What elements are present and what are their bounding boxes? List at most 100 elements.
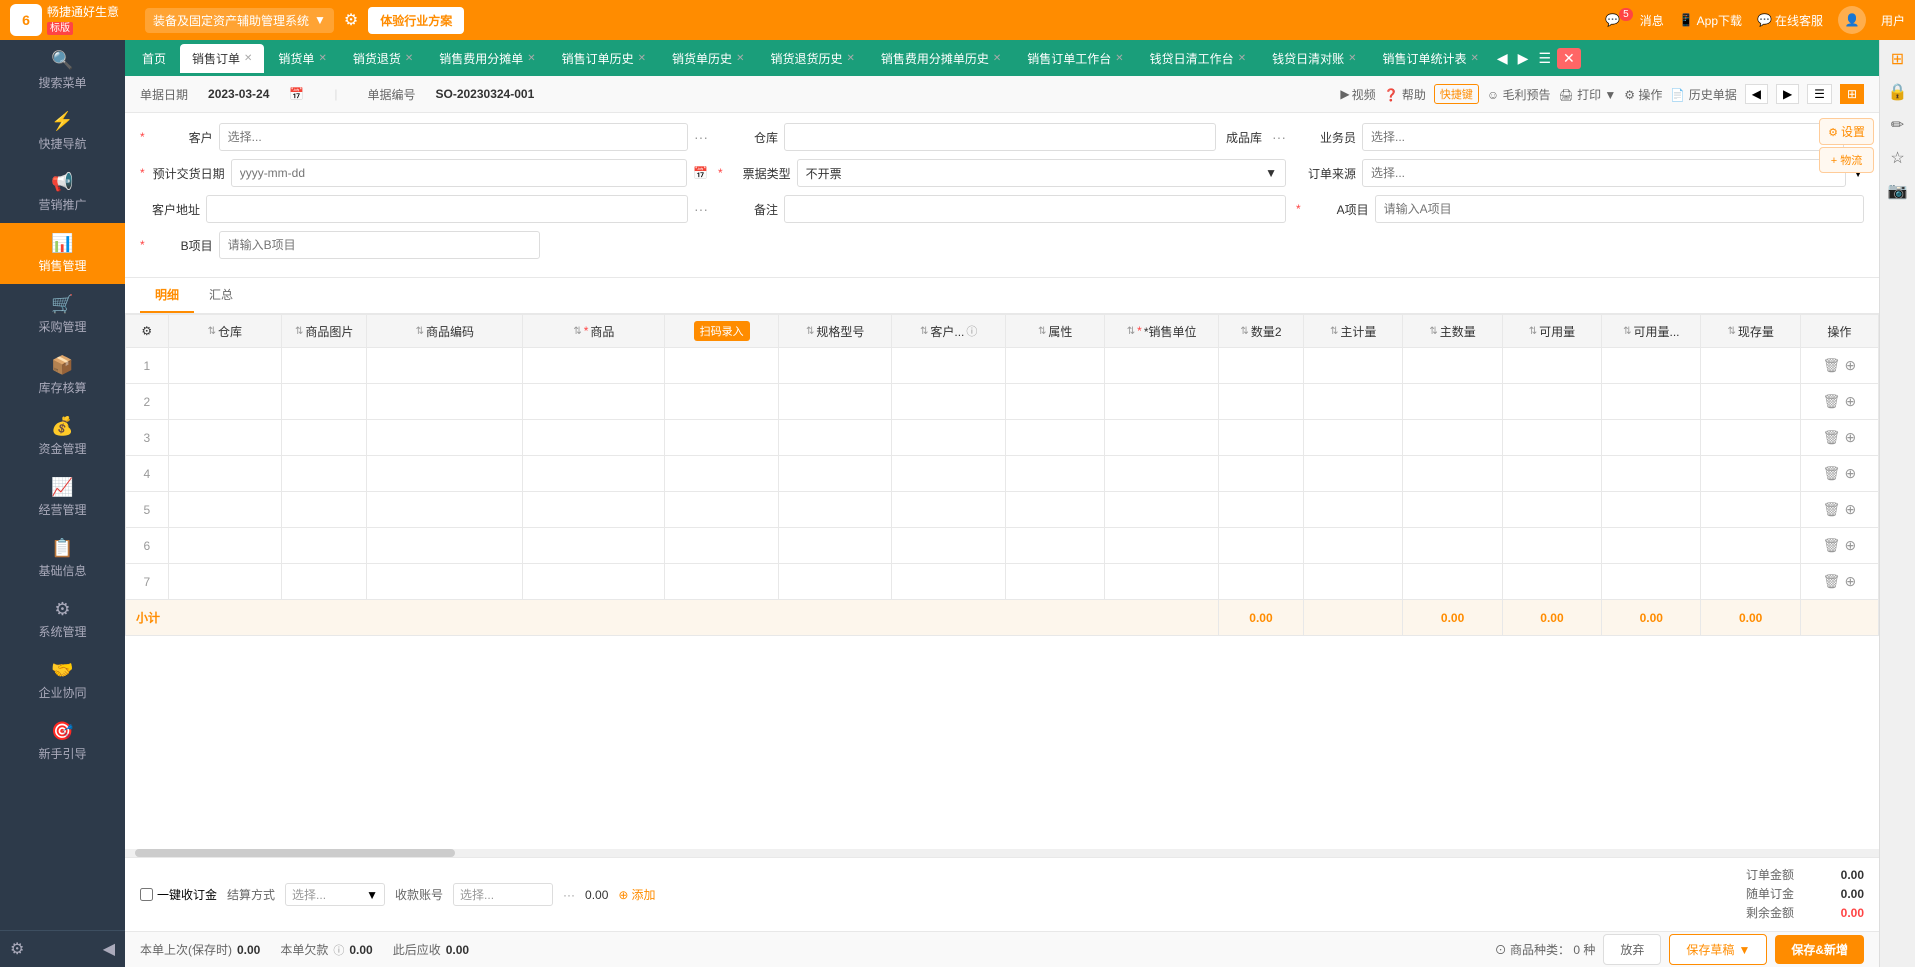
info-icon[interactable]: ⓘ (966, 323, 977, 339)
row-product[interactable] (523, 528, 665, 564)
tab-next-button[interactable]: ▶ (1514, 50, 1533, 67)
remark-input[interactable] (784, 195, 1286, 223)
sidebar-item-quicknav[interactable]: ⚡ 快捷导航 (0, 101, 125, 162)
row-mainunit[interactable] (1304, 564, 1403, 600)
row-delete-icon[interactable]: 🗑 (1823, 537, 1841, 554)
delivery-date-input[interactable] (231, 159, 687, 187)
sidebar-item-base[interactable]: 📋 基础信息 (0, 528, 125, 589)
history-icon[interactable]: 📄 历史单据 (1670, 86, 1736, 103)
row-mainqty[interactable] (1403, 384, 1502, 420)
row-unit[interactable] (1105, 456, 1219, 492)
nav-prev-record[interactable]: ◀ (1745, 84, 1768, 104)
row-customer[interactable] (892, 384, 1006, 420)
row-mainunit[interactable] (1304, 492, 1403, 528)
row-attr[interactable] (1005, 420, 1104, 456)
tab-close-fee-hist[interactable]: ✕ (993, 53, 1001, 64)
sidebar-collapse-icon[interactable]: ◀ (103, 939, 115, 959)
sidebar-item-finance[interactable]: 💰 资金管理 (0, 406, 125, 467)
row-mainqty[interactable] (1403, 528, 1502, 564)
row-warehouse[interactable] (168, 528, 282, 564)
sidebar-item-search[interactable]: 🔍 搜索菜单 (0, 40, 125, 101)
calendar-icon[interactable]: 📅 (289, 87, 304, 101)
row-code[interactable] (367, 348, 523, 384)
quick-deposit-check-input[interactable] (140, 888, 153, 901)
row-unit[interactable] (1105, 528, 1219, 564)
row-qty2[interactable] (1218, 456, 1303, 492)
row-customer[interactable] (892, 492, 1006, 528)
tab-sales-return[interactable]: 销货退货 ✕ (341, 44, 425, 73)
tab-close-sales-order[interactable]: ✕ (244, 53, 252, 64)
row-qty2[interactable] (1218, 348, 1303, 384)
row-copy-icon[interactable]: ⊕ (1844, 501, 1856, 518)
tab-sales-fee[interactable]: 销售费用分摊单 ✕ (427, 44, 547, 73)
row-unit[interactable] (1105, 348, 1219, 384)
row-code[interactable] (367, 384, 523, 420)
row-spec[interactable] (778, 456, 892, 492)
row-code[interactable] (367, 420, 523, 456)
row-mainunit[interactable] (1304, 384, 1403, 420)
row-code[interactable] (367, 492, 523, 528)
row-spec[interactable] (778, 420, 892, 456)
b-project-input[interactable] (219, 231, 540, 259)
row-qty2[interactable] (1218, 564, 1303, 600)
row-code[interactable] (367, 456, 523, 492)
row-mainqty[interactable] (1403, 564, 1502, 600)
row-product[interactable] (523, 492, 665, 528)
row-mainqty[interactable] (1403, 420, 1502, 456)
row-copy-icon[interactable]: ⊕ (1844, 393, 1856, 410)
tab-fee-history[interactable]: 销售费用分摊单历史 ✕ (869, 44, 1013, 73)
tab-close-ship-hist[interactable]: ✕ (736, 53, 744, 64)
tab-sales-order-history[interactable]: 销售订单历史 ✕ (550, 44, 658, 73)
view-icon[interactable]: ▶ 视频 (1340, 86, 1375, 103)
settings-gear-icon[interactable]: ⚙ (141, 324, 152, 338)
row-customer[interactable] (892, 348, 1006, 384)
row-customer[interactable] (892, 456, 1006, 492)
customer-more-icon[interactable]: ··· (694, 129, 708, 145)
row-warehouse[interactable] (168, 492, 282, 528)
row-unit[interactable] (1105, 384, 1219, 420)
row-delete-icon[interactable]: 🗑 (1823, 393, 1841, 410)
row-attr[interactable] (1005, 564, 1104, 600)
tab-sales-stats[interactable]: 销售订单统计表 ✕ (1370, 44, 1490, 73)
row-spec[interactable] (778, 528, 892, 564)
row-copy-icon[interactable]: ⊕ (1844, 573, 1856, 590)
row-warehouse[interactable] (168, 420, 282, 456)
tab-close-all-button[interactable]: ✕ (1557, 48, 1581, 69)
row-delete-icon[interactable]: 🗑 (1823, 357, 1841, 374)
tab-home[interactable]: 首页 (130, 44, 178, 73)
row-spec[interactable] (778, 348, 892, 384)
right-panel-star-icon[interactable]: ☆ (1884, 144, 1912, 172)
sidebar-item-marketing[interactable]: 📢 营销推广 (0, 162, 125, 223)
row-delete-icon[interactable]: 🗑 (1823, 501, 1841, 518)
row-copy-icon[interactable]: ⊕ (1844, 357, 1856, 374)
sidebar-item-system[interactable]: ⚙ 系统管理 (0, 589, 125, 650)
save-draft-button[interactable]: 保存草稿 ▼ (1669, 934, 1767, 965)
row-delete-icon[interactable]: 🗑 (1823, 465, 1841, 482)
sidebar-item-guide[interactable]: 🎯 新手引导 (0, 711, 125, 772)
invoice-type-select[interactable]: 不开票 ▼ (797, 159, 1286, 187)
tab-sales-ship[interactable]: 销货单 ✕ (266, 44, 338, 73)
row-mainunit[interactable] (1304, 456, 1403, 492)
app-download-button[interactable]: 📱 App下载 (1679, 12, 1742, 29)
discard-button[interactable]: 放弃 (1603, 934, 1661, 965)
row-code[interactable] (367, 528, 523, 564)
tab-return-history[interactable]: 销货退货历史 ✕ (758, 44, 866, 73)
row-unit[interactable] (1105, 492, 1219, 528)
row-mainunit[interactable] (1304, 528, 1403, 564)
profit-icon[interactable]: ☺ 毛利预告 (1487, 86, 1551, 103)
right-panel-grid-icon[interactable]: ⊞ (1884, 45, 1912, 73)
help-icon[interactable]: ❓ 帮助 (1384, 86, 1426, 103)
row-copy-icon[interactable]: ⊕ (1844, 537, 1856, 554)
right-panel-camera-icon[interactable]: 📷 (1884, 177, 1912, 205)
row-copy-icon[interactable]: ⊕ (1844, 465, 1856, 482)
tab-ship-history[interactable]: 销货单历史 ✕ (660, 44, 756, 73)
notification-button[interactable]: 💬 5 消息 (1605, 12, 1664, 29)
row-warehouse[interactable] (168, 564, 282, 600)
row-mainqty[interactable] (1403, 492, 1502, 528)
print-icon[interactable]: 🖨 打印 ▼ (1558, 86, 1616, 103)
online-service-button[interactable]: 💬 在线客服 (1757, 12, 1823, 29)
user-avatar[interactable]: 👤 (1838, 6, 1866, 34)
sidebar-item-inventory[interactable]: 📦 库存核算 (0, 345, 125, 406)
row-mainqty[interactable] (1403, 348, 1502, 384)
customer-input[interactable] (219, 123, 688, 151)
